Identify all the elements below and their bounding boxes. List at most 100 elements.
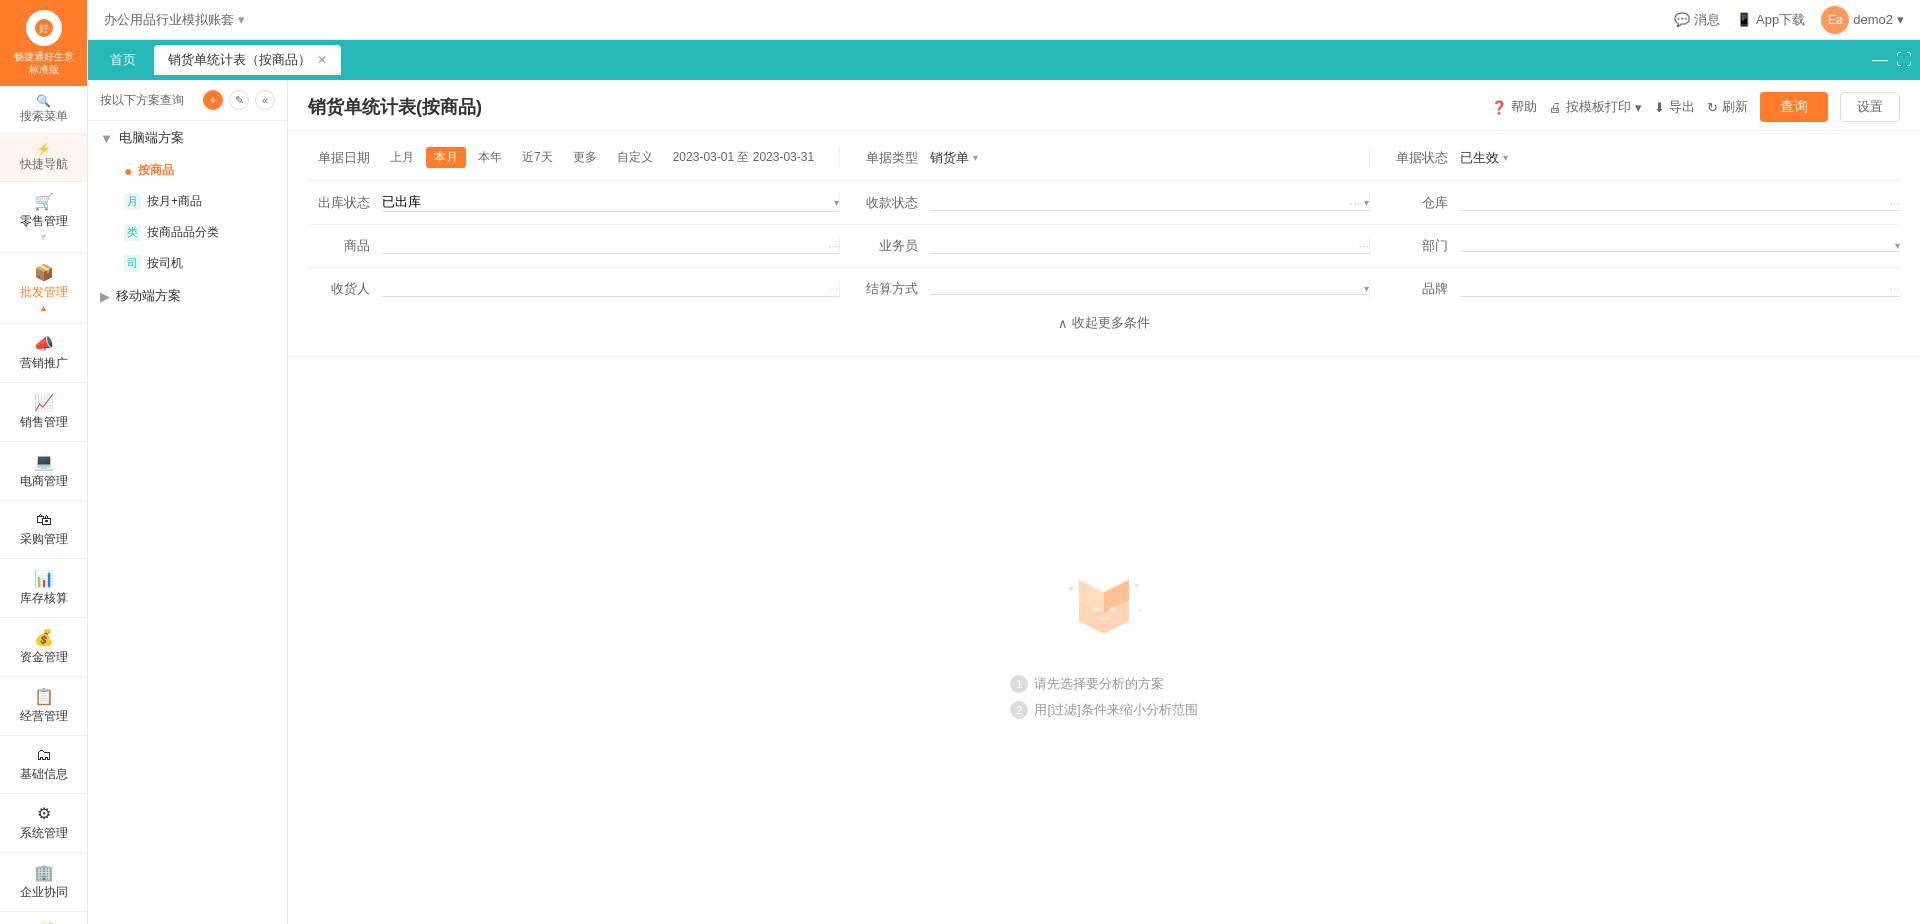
sidebar-item-retail[interactable]: 🛒 零售管理 ▼ <box>0 182 87 253</box>
date-tab-custom[interactable]: 自定义 <box>609 147 661 168</box>
department-label: 部门 <box>1386 237 1456 255</box>
salesman-label: 业务员 <box>856 237 926 255</box>
svg-text:✦: ✦ <box>1133 580 1140 590</box>
user-menu[interactable]: Ea demo2 ▾ <box>1821 6 1904 34</box>
help-btn[interactable]: ❓ 帮助 <box>1491 98 1537 116</box>
tree-child-by-month-goods[interactable]: 月 按月+商品 <box>96 186 287 217</box>
collapse-panel-btn[interactable]: « <box>255 90 275 110</box>
svg-point-5 <box>1093 606 1098 611</box>
sidebar-item-enterprise[interactable]: 🏢 企业协同 <box>0 853 87 912</box>
page-content: 按以下方案查询 + ✎ « ▼ 电脑端方案 ● 按商品 月 按月+商品 <box>88 80 1920 924</box>
tab-close-icon[interactable]: ✕ <box>317 53 327 67</box>
right-panel: 销货单统计表(按商品) ❓ 帮助 🖨 按模板打印 ▾ ⬇ 导出 <box>288 80 1920 924</box>
date-tab-this-year[interactable]: 本年 <box>470 147 510 168</box>
sidebar-item-sales[interactable]: 📈 销售管理 <box>0 383 87 442</box>
goods-input[interactable]: ··· <box>382 238 839 254</box>
settlement-select[interactable]: ▾ <box>930 283 1370 295</box>
sidebar-item-ecom[interactable]: 💻 电商管理 <box>0 442 87 501</box>
chevron-down-icon: ▾ <box>1895 240 1900 251</box>
tabbar-actions: — ⛶ <box>1872 51 1912 69</box>
out-status-label: 出库状态 <box>308 194 378 212</box>
refresh-btn[interactable]: ↻ 刷新 <box>1707 98 1748 116</box>
system-icon: ⚙ <box>37 804 51 823</box>
goods-filter: 商品 ··· <box>308 237 839 255</box>
chevron-down-icon: ▼ <box>100 131 113 146</box>
download-icon: 📱 <box>1736 12 1752 27</box>
help-icon: ❓ <box>1491 100 1507 115</box>
payment-status-filter: 收款状态 ··· ▾ <box>839 193 1370 212</box>
brand-label: 品牌 <box>1386 280 1456 298</box>
out-status-filter: 出库状态 已出库 ▾ <box>308 193 839 212</box>
topbar-right: 💬 消息 📱 App下载 Ea demo2 ▾ <box>1674 6 1904 34</box>
svg-text:✦: ✦ <box>1067 583 1075 594</box>
sales-icon: 📈 <box>34 393 54 412</box>
chevron-down-icon: ▾ <box>973 152 978 163</box>
empty-tip-1: 1 请先选择要分析的方案 <box>1010 675 1197 693</box>
doc-status-select[interactable]: 已生效 ▾ <box>1460 149 1508 167</box>
empty-tips: 1 请先选择要分析的方案 2 用[过滤]条件来缩小分析范围 <box>1010 675 1197 719</box>
sidebar-item-inventory[interactable]: 📊 库存核算 <box>0 559 87 618</box>
collapse-btn[interactable]: ∧ 收起更多条件 <box>308 306 1900 340</box>
payment-status-label: 收款状态 <box>856 194 926 212</box>
tree-child-by-goods-category[interactable]: 类 按商品品分类 <box>96 217 287 248</box>
print-btn[interactable]: 🖨 按模板打印 ▾ <box>1549 98 1642 116</box>
sidebar-item-wholesale[interactable]: 📦 批发管理 ▲ <box>0 253 87 324</box>
brand-filter: 品牌 ··· <box>1369 280 1900 298</box>
date-tab-this-month[interactable]: 本月 <box>426 147 466 168</box>
logo-icon: 好 <box>26 10 62 46</box>
tree-group-mobile[interactable]: ▶ 移动端方案 <box>88 279 287 313</box>
export-btn[interactable]: ⬇ 导出 <box>1654 98 1695 116</box>
purchase-icon: 🛍 <box>36 511 52 529</box>
date-filter: 单据日期 上月 本月 本年 近7天 更多 自定义 2023-03-01 至 20… <box>308 147 839 168</box>
message-btn[interactable]: 💬 消息 <box>1674 11 1720 29</box>
tree-group-desktop[interactable]: ▼ 电脑端方案 <box>88 121 287 155</box>
sidebar-item-purchase[interactable]: 🛍 采购管理 <box>0 501 87 559</box>
sidebar-item-guide[interactable]: 🧭 新手引导 <box>0 912 87 924</box>
payment-status-select[interactable]: ··· ▾ <box>930 195 1370 211</box>
sidebar-item-base[interactable]: 🗂 基础信息 <box>0 736 87 794</box>
sidebar-item-operation[interactable]: 📋 经营管理 <box>0 677 87 736</box>
doc-type-filter: 单据类型 销货单 ▾ <box>839 147 1370 168</box>
month-icon: 月 <box>124 193 141 210</box>
chevron-down-icon: ▾ <box>1897 12 1904 27</box>
window-maximize-icon[interactable]: ⛶ <box>1896 51 1912 69</box>
query-btn[interactable]: 查询 <box>1760 92 1828 122</box>
date-label: 单据日期 <box>308 149 378 167</box>
operation-icon: 📋 <box>34 687 54 706</box>
tree-child-by-goods[interactable]: ● 按商品 <box>96 155 287 186</box>
window-minimize-icon[interactable]: — <box>1872 51 1888 69</box>
sidebar-item-system[interactable]: ⚙ 系统管理 <box>0 794 87 853</box>
page-title: 销货单统计表(按商品) <box>308 95 1491 119</box>
out-status-select[interactable]: 已出库 ▾ <box>382 193 839 212</box>
base-icon: 🗂 <box>36 746 52 764</box>
settings-btn[interactable]: 设置 <box>1840 92 1900 122</box>
salesman-input[interactable]: ··· <box>930 238 1370 254</box>
department-select[interactable]: ▾ <box>1460 240 1900 252</box>
quick-nav[interactable]: ⚡ 快捷导航 <box>0 134 87 182</box>
sidebar-logo: 好 畅捷通好生意 标准版 <box>0 0 87 86</box>
dots-icon: ··· <box>1358 238 1369 253</box>
empty-illustration: ✦ ✦ ✦ <box>1054 563 1154 663</box>
search-menu[interactable]: 🔍 搜索菜单 <box>0 86 87 134</box>
date-tab-last7[interactable]: 近7天 <box>514 147 561 168</box>
tab-sales-stat[interactable]: 销货单统计表（按商品） ✕ <box>154 45 341 75</box>
consignee-input[interactable]: ··· <box>382 281 839 297</box>
add-scheme-btn[interactable]: + <box>203 90 223 110</box>
edit-scheme-btn[interactable]: ✎ <box>229 90 249 110</box>
chevron-up-icon: ∧ <box>1058 316 1068 331</box>
date-tab-more[interactable]: 更多 <box>565 147 605 168</box>
chevron-down-icon[interactable]: ▾ <box>238 12 245 27</box>
tree-child-by-clerk[interactable]: 司 按司机 <box>96 248 287 279</box>
sidebar-item-marketing[interactable]: 📣 营销推广 <box>0 324 87 383</box>
date-tab-last-month[interactable]: 上月 <box>382 147 422 168</box>
doc-type-select[interactable]: 销货单 ▾ <box>930 149 978 167</box>
warehouse-input[interactable]: ··· <box>1460 195 1900 211</box>
app-download-btn[interactable]: 📱 App下载 <box>1736 11 1805 29</box>
date-tabs: 上月 本月 本年 近7天 更多 自定义 <box>382 147 661 168</box>
tip-num-1: 1 <box>1010 675 1028 693</box>
brand-input[interactable]: ··· <box>1460 281 1900 297</box>
dots-icon: ··· <box>828 238 839 253</box>
sidebar-item-finance[interactable]: 💰 资金管理 <box>0 618 87 677</box>
tab-home[interactable]: 首页 <box>96 45 150 75</box>
logo-text: 畅捷通好生意 标准版 <box>14 50 74 76</box>
